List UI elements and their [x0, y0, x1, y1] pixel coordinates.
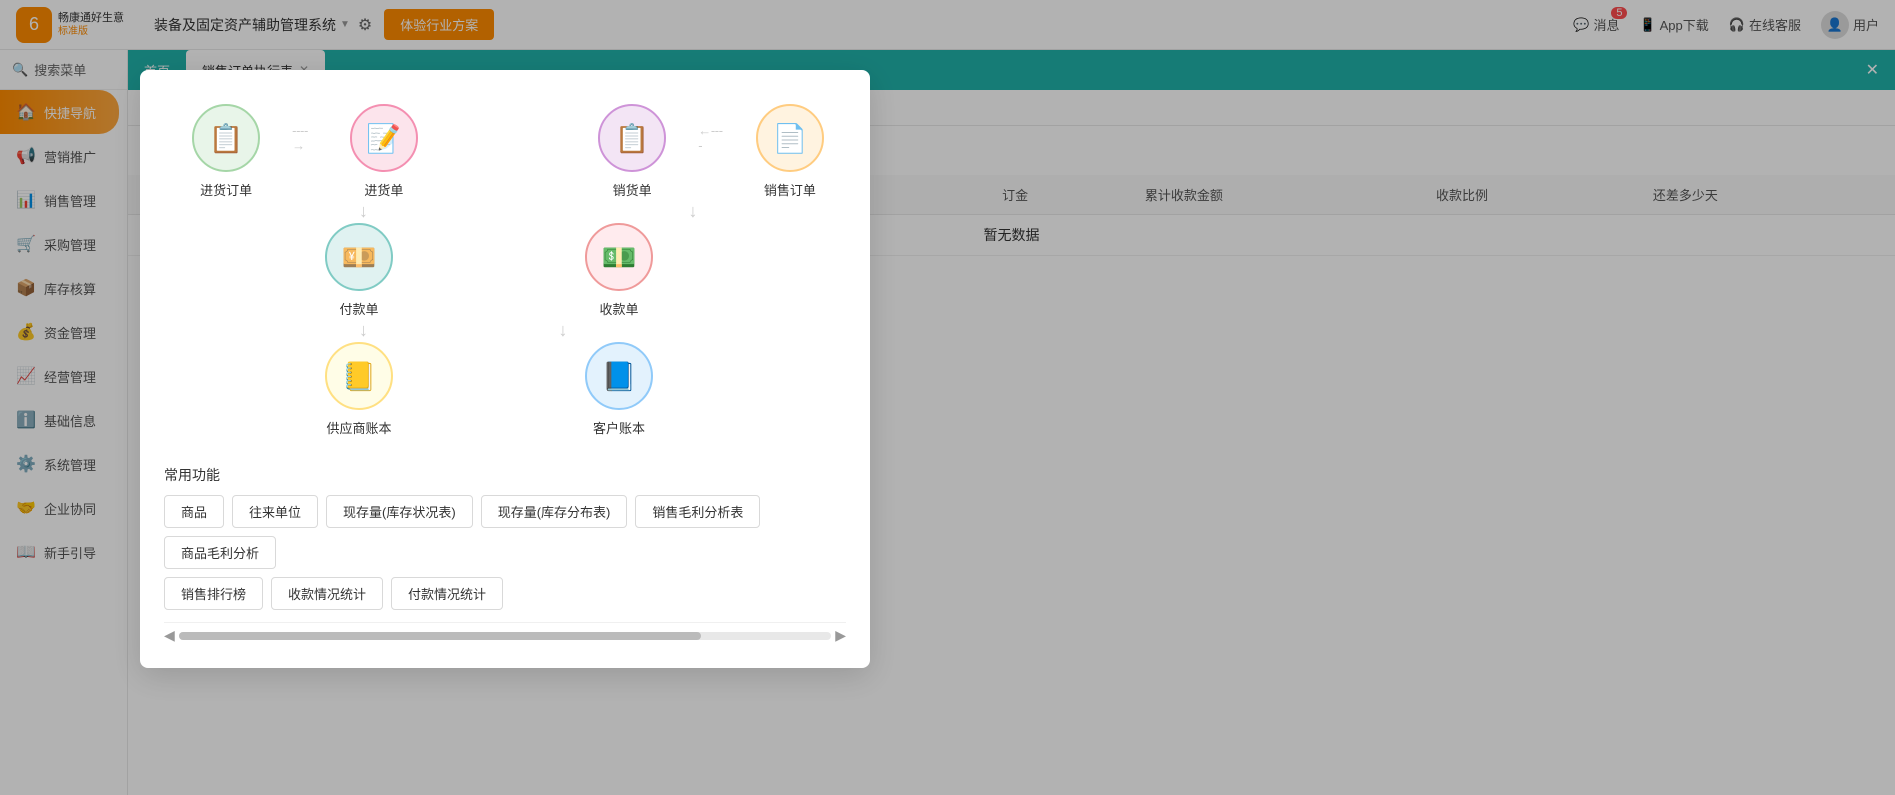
supplier-label: 供应商账本	[326, 418, 391, 437]
func-btn-payment-stat[interactable]: 付款情况统计	[391, 577, 503, 610]
flow-node-purchase[interactable]: 📝 进货单	[322, 104, 446, 199]
flow-row-1: 📋 进货订单 - - - - → 📝 进货单 📋 销货单 ← - - - -	[164, 104, 852, 199]
flow-row-2: 💴 付款单 💵 收款单	[164, 223, 684, 318]
scroll-track[interactable]	[179, 632, 831, 640]
func-btn-sales-margin[interactable]: 销售毛利分析表	[635, 495, 760, 528]
sales-order-circle: 📄	[756, 104, 824, 172]
func-btn-product[interactable]: 商品	[164, 495, 224, 528]
arrow-down-payment-in: ↓	[498, 318, 628, 342]
purchase-circle: 📝	[350, 104, 418, 172]
scroll-right-icon[interactable]: ▶	[835, 627, 846, 644]
modal-scrollbar: ◀ ▶	[164, 622, 846, 644]
flow-diagram: 📋 进货订单 - - - - → 📝 进货单 📋 销货单 ← - - - -	[164, 94, 846, 457]
purchase-order-circle: 📋	[192, 104, 260, 172]
flow-node-payment-in[interactable]: 💵 收款单	[554, 223, 684, 318]
payment-out-label: 付款单	[339, 299, 378, 318]
quick-nav-modal: 📋 进货订单 - - - - → 📝 进货单 📋 销货单 ← - - - -	[140, 70, 870, 668]
common-functions: 常用功能 商品 往来单位 现存量(库存状况表) 现存量(库存分布表) 销售毛利分…	[164, 465, 846, 610]
flow-arrows-row2: ↓ ↓	[164, 318, 628, 342]
payment-in-circle: 💵	[585, 223, 653, 291]
flow-arrows-row: ↓ ↓	[164, 199, 758, 223]
sales-circle: 📋	[598, 104, 666, 172]
payment-out-circle: 💴	[325, 223, 393, 291]
func-btn-sales-rank[interactable]: 销售排行榜	[164, 577, 263, 610]
purchase-order-label: 进货订单	[200, 180, 252, 199]
common-functions-title: 常用功能	[164, 465, 846, 485]
func-btn-stock-status[interactable]: 现存量(库存状况表)	[326, 495, 473, 528]
arrow-down-purchase: ↓	[359, 199, 368, 223]
app-wrapper: 6 畅康通好生意 标准版 装备及固定资产辅助管理系统 ▼ ⚙ 体验行业方案 💬 …	[0, 0, 1895, 795]
arrow-down-payment-out: ↓	[359, 318, 368, 342]
func-btn-product-margin[interactable]: 商品毛利分析	[164, 536, 276, 569]
scroll-left-icon[interactable]: ◀	[164, 627, 175, 644]
payment-in-label: 收款单	[599, 299, 638, 318]
func-btn-counterpart[interactable]: 往来单位	[232, 495, 318, 528]
func-buttons-row2: 销售排行榜 收款情况统计 付款情况统计	[164, 577, 846, 610]
customer-circle: 📘	[585, 342, 653, 410]
supplier-circle: 📒	[325, 342, 393, 410]
customer-label: 客户账本	[593, 418, 645, 437]
flow-node-supplier[interactable]: 📒 供应商账本	[294, 342, 424, 437]
purchase-label: 进货单	[364, 180, 403, 199]
sales-order-label: 销售订单	[764, 180, 816, 199]
sales-label: 销货单	[613, 180, 652, 199]
arrow-down-sales: ↓	[628, 199, 758, 223]
scroll-thumb	[179, 632, 701, 640]
func-btn-stock-dist[interactable]: 现存量(库存分布表)	[481, 495, 628, 528]
flow-node-purchase-order[interactable]: 📋 进货订单	[164, 104, 288, 199]
flow-node-payment-out[interactable]: 💴 付款单	[294, 223, 424, 318]
func-btn-receipt-stat[interactable]: 收款情况统计	[271, 577, 383, 610]
arrow-purchase-order-to-purchase: - - - - →	[292, 123, 318, 153]
flow-node-sales-order[interactable]: 📄 销售订单	[728, 104, 852, 199]
func-buttons-row1: 商品 往来单位 现存量(库存状况表) 现存量(库存分布表) 销售毛利分析表 商品…	[164, 495, 846, 569]
flow-node-customer[interactable]: 📘 客户账本	[554, 342, 684, 437]
flow-row-3: 📒 供应商账本 📘 客户账本	[164, 342, 684, 437]
flow-node-sales[interactable]: 📋 销货单	[570, 104, 694, 199]
arrow-sales-order-to-sales: ← - - - -	[698, 123, 724, 153]
modal-overlay: 📋 进货订单 - - - - → 📝 进货单 📋 销货单 ← - - - -	[0, 0, 1895, 795]
